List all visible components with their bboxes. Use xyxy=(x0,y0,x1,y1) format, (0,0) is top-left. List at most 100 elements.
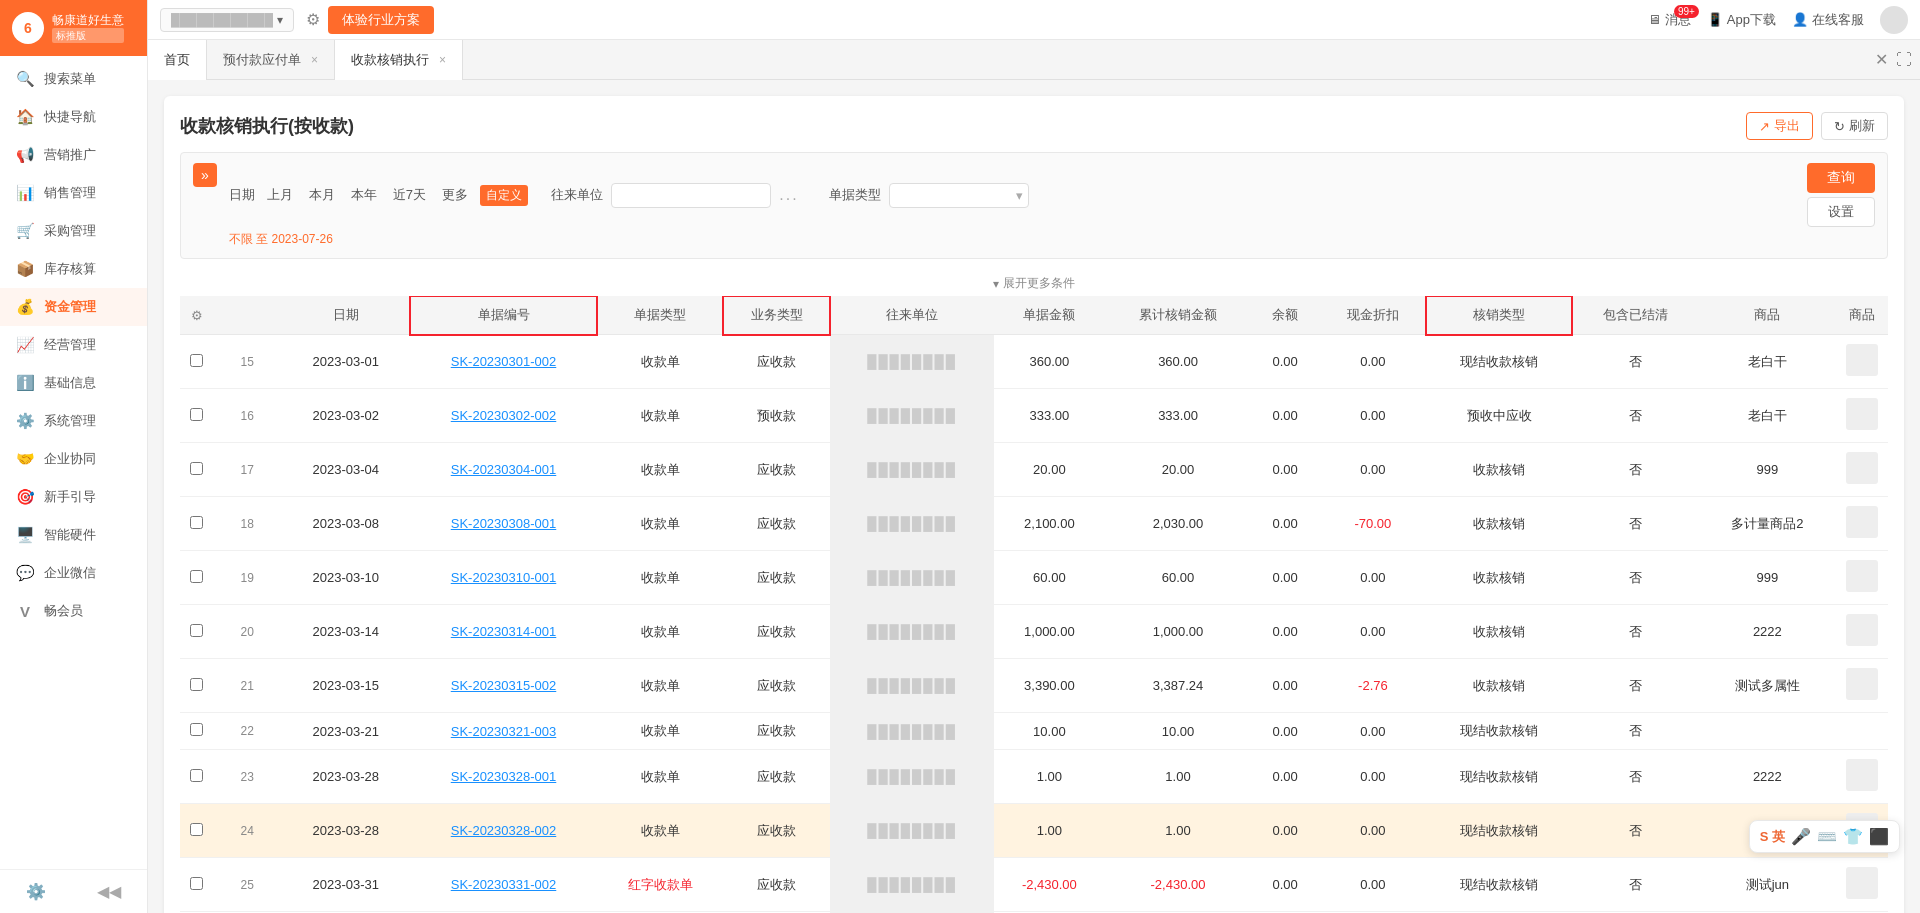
sidebar-item-capital[interactable]: 💰 资金管理 xyxy=(0,288,147,326)
row-order-no[interactable]: SK-20230310-001 xyxy=(410,551,597,605)
float-apps-icon[interactable]: ⬛ xyxy=(1869,827,1889,846)
date-more-btn[interactable]: 更多 xyxy=(438,184,472,206)
row-amount: 3,390.00 xyxy=(994,659,1105,713)
table-row[interactable]: 182023-03-08SK-20230308-001收款单应收款███████… xyxy=(180,497,1888,551)
row-checkbox[interactable] xyxy=(180,605,213,659)
row-checkbox-input[interactable] xyxy=(190,723,203,736)
row-order-no[interactable]: SK-20230315-002 xyxy=(410,659,597,713)
tab-collection[interactable]: 收款核销执行 × xyxy=(335,40,463,80)
row-order-no[interactable]: SK-20230304-001 xyxy=(410,443,597,497)
tab-expand-btn[interactable]: ⛶ xyxy=(1896,51,1912,69)
row-order-no[interactable]: SK-20230314-001 xyxy=(410,605,597,659)
sidebar-item-wechat[interactable]: 💬 企业微信 xyxy=(0,554,147,592)
table-row[interactable]: 192023-03-10SK-20230310-001收款单应收款███████… xyxy=(180,551,1888,605)
sidebar-item-guide[interactable]: 🎯 新手引导 xyxy=(0,478,147,516)
tab-home[interactable]: 首页 xyxy=(148,40,207,80)
row-order-no[interactable]: SK-20230321-003 xyxy=(410,713,597,750)
table-row[interactable]: 232023-03-28SK-20230328-001收款单应收款███████… xyxy=(180,750,1888,804)
sidebar-item-hardware[interactable]: 🖥️ 智能硬件 xyxy=(0,516,147,554)
sidebar-item-operation[interactable]: 📈 经营管理 xyxy=(0,326,147,364)
table-row[interactable]: 252023-03-31SK-20230331-002红字收款单应收款█████… xyxy=(180,858,1888,912)
float-shirt-icon[interactable]: 👕 xyxy=(1843,827,1863,846)
row-checkbox[interactable] xyxy=(180,858,213,912)
sidebar-item-basic[interactable]: ℹ️ 基础信息 xyxy=(0,364,147,402)
sidebar-item-shortcut[interactable]: 🏠 快捷导航 xyxy=(0,98,147,136)
row-order-no[interactable]: SK-20230331-002 xyxy=(410,858,597,912)
row-order-no[interactable]: SK-20230302-002 xyxy=(410,389,597,443)
table-row[interactable]: 172023-03-04SK-20230304-001收款单应收款███████… xyxy=(180,443,1888,497)
row-checkbox-input[interactable] xyxy=(190,823,203,836)
row-checkbox-input[interactable] xyxy=(190,678,203,691)
float-mic-icon[interactable]: 🎤 xyxy=(1791,827,1811,846)
table-row[interactable]: 222023-03-21SK-20230321-003收款单应收款███████… xyxy=(180,713,1888,750)
sidebar-item-member[interactable]: V 畅会员 xyxy=(0,592,147,630)
row-checkbox[interactable] xyxy=(180,443,213,497)
table-row[interactable]: 242023-03-28SK-20230328-002收款单应收款███████… xyxy=(180,804,1888,858)
sidebar-item-search[interactable]: 🔍 搜索菜单 xyxy=(0,60,147,98)
row-include-settled: 否 xyxy=(1572,443,1698,497)
query-btn[interactable]: 查询 xyxy=(1807,163,1875,193)
topbar-app-download[interactable]: 📱 App下载 xyxy=(1707,11,1776,29)
row-cash-discount: 0.00 xyxy=(1319,858,1426,912)
tab-prepay[interactable]: 预付款应付单 × xyxy=(207,40,335,80)
row-checkbox[interactable] xyxy=(180,713,213,750)
row-checkbox-input[interactable] xyxy=(190,769,203,782)
row-order-no[interactable]: SK-20230328-001 xyxy=(410,750,597,804)
row-checkbox[interactable] xyxy=(180,750,213,804)
topbar-message[interactable]: 🖥 消息 99+ xyxy=(1648,11,1691,29)
tab-close-btn[interactable]: ✕ xyxy=(1875,50,1888,69)
row-checkbox-input[interactable] xyxy=(190,570,203,583)
row-checkbox-input[interactable] xyxy=(190,408,203,421)
tab-prepay-close[interactable]: × xyxy=(311,53,318,67)
topbar-online-service[interactable]: 👤 在线客服 xyxy=(1792,11,1864,29)
row-checkbox[interactable] xyxy=(180,659,213,713)
row-partner: ████████ xyxy=(830,858,993,912)
partner-input[interactable] xyxy=(611,183,771,208)
export-btn[interactable]: ↗ 导出 xyxy=(1746,112,1813,140)
date-7days-btn[interactable]: 近7天 xyxy=(389,184,430,206)
solution-btn[interactable]: 体验行业方案 xyxy=(328,6,434,34)
settings-btn[interactable]: 设置 xyxy=(1807,197,1875,227)
sidebar-item-purchase[interactable]: 🛒 采购管理 xyxy=(0,212,147,250)
order-type-select[interactable] xyxy=(889,183,1029,208)
date-cur-month-btn[interactable]: 本月 xyxy=(305,184,339,206)
date-custom-btn[interactable]: 自定义 xyxy=(480,185,528,206)
row-order-no[interactable]: SK-20230308-001 xyxy=(410,497,597,551)
sidebar-item-sales[interactable]: 📊 销售管理 xyxy=(0,174,147,212)
row-checkbox[interactable] xyxy=(180,335,213,389)
filter-expand-btn[interactable]: » xyxy=(193,163,217,187)
sidebar-item-inventory[interactable]: 📦 库存核算 xyxy=(0,250,147,288)
sidebar-item-marketing[interactable]: 📢 营销推广 xyxy=(0,136,147,174)
row-checkbox-input[interactable] xyxy=(190,354,203,367)
table-row[interactable]: 152023-03-01SK-20230301-002收款单应收款███████… xyxy=(180,335,1888,389)
expand-more-btn[interactable]: ▾ 展开更多条件 xyxy=(180,271,1888,296)
refresh-btn[interactable]: ↻ 刷新 xyxy=(1821,112,1888,140)
date-prev-month-btn[interactable]: 上月 xyxy=(263,184,297,206)
row-checkbox-input[interactable] xyxy=(190,516,203,529)
row-checkbox-input[interactable] xyxy=(190,877,203,890)
row-checkbox[interactable] xyxy=(180,497,213,551)
col-settings[interactable]: ⚙ xyxy=(180,296,213,335)
date-year-btn[interactable]: 本年 xyxy=(347,184,381,206)
sidebar-item-coop[interactable]: 🤝 企业协同 xyxy=(0,440,147,478)
sidebar-settings-btn[interactable]: ⚙️ xyxy=(26,882,46,901)
table-row[interactable]: 212023-03-15SK-20230315-002收款单应收款███████… xyxy=(180,659,1888,713)
row-checkbox[interactable] xyxy=(180,389,213,443)
row-cash-discount: -70.00 xyxy=(1319,497,1426,551)
topbar-gear-icon[interactable]: ⚙ xyxy=(306,10,320,29)
topbar-selector[interactable]: ████████████ ▾ xyxy=(160,8,294,32)
user-avatar[interactable] xyxy=(1880,6,1908,34)
sidebar-item-system[interactable]: ⚙️ 系统管理 xyxy=(0,402,147,440)
tab-collection-close[interactable]: × xyxy=(439,53,446,67)
row-checkbox[interactable] xyxy=(180,551,213,605)
sidebar-collapse-btn[interactable]: ◀◀ xyxy=(97,882,121,901)
float-grid-icon[interactable]: ⌨️ xyxy=(1817,827,1837,846)
row-verified-amount: 1.00 xyxy=(1105,750,1251,804)
row-checkbox-input[interactable] xyxy=(190,624,203,637)
row-order-no[interactable]: SK-20230328-002 xyxy=(410,804,597,858)
row-checkbox[interactable] xyxy=(180,804,213,858)
row-order-no[interactable]: SK-20230301-002 xyxy=(410,335,597,389)
table-row[interactable]: 162023-03-02SK-20230302-002收款单预收款███████… xyxy=(180,389,1888,443)
table-row[interactable]: 202023-03-14SK-20230314-001收款单应收款███████… xyxy=(180,605,1888,659)
row-checkbox-input[interactable] xyxy=(190,462,203,475)
